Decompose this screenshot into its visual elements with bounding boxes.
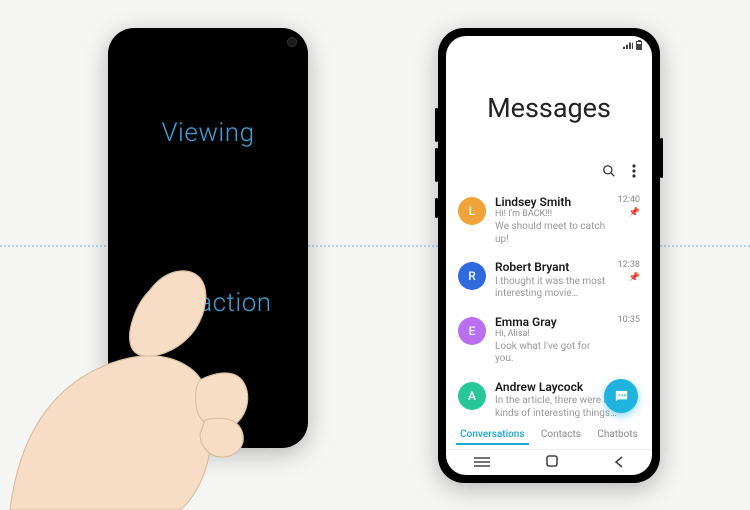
chat-icon: [613, 388, 630, 405]
concept-phone: Viewing Interaction: [108, 28, 308, 448]
conversation-row[interactable]: E Emma GrayHi, Alisa!Look what I've got f…: [446, 308, 652, 373]
tab-chatbots[interactable]: Chatbots: [593, 426, 641, 445]
app-header: Messages: [446, 52, 652, 164]
conversation-meta: 12:38 📌: [618, 260, 640, 283]
volume-down-button[interactable]: [435, 148, 438, 182]
pin-icon: 📌: [618, 273, 640, 283]
message-preview: We should meet to catch up!: [495, 221, 609, 246]
contact-name: Emma Gray: [495, 315, 609, 329]
message-preview: Look what I've got for you.: [495, 341, 609, 366]
front-camera: [288, 38, 296, 46]
conversation-meta: 10:35: [618, 315, 640, 325]
timestamp: 10:35: [618, 315, 640, 325]
subline: Hi! I'm BACK!!!: [495, 209, 609, 220]
avatar: A: [458, 382, 486, 410]
phone-screen: Messages L Lindsey SmithHi! I'm BACK!!!We…: [446, 36, 652, 475]
avatar: R: [458, 262, 486, 290]
pin-icon: 📌: [618, 208, 640, 218]
timestamp: 12:40: [618, 195, 640, 205]
compose-fab[interactable]: [604, 379, 638, 413]
message-preview: I thought it was the most interesting mo…: [495, 276, 609, 301]
more-icon[interactable]: [632, 164, 636, 178]
recents-button[interactable]: [474, 453, 490, 472]
tab-contacts[interactable]: Contacts: [537, 426, 585, 445]
search-icon[interactable]: [602, 164, 616, 178]
back-button[interactable]: [614, 453, 624, 472]
navigation-bar: [446, 449, 652, 475]
conversation-body: Robert Bryant I thought it was the most i…: [495, 260, 609, 300]
conversation-row[interactable]: L Lindsey SmithHi! I'm BACK!!!We should m…: [446, 188, 652, 253]
conversation-body: Lindsey SmithHi! I'm BACK!!!We should me…: [495, 195, 609, 246]
page-title: Messages: [487, 92, 611, 124]
subline: Hi, Alisa!: [495, 329, 609, 340]
conversation-row[interactable]: R Robert Bryant I thought it was the most …: [446, 253, 652, 307]
conversation-body: Emma GrayHi, Alisa!Look what I've got fo…: [495, 315, 609, 366]
side-key-button[interactable]: [435, 198, 438, 218]
avatar: L: [458, 197, 486, 225]
signal-icon: [623, 41, 633, 49]
bottom-tabs: Conversations Contacts Chatbots: [446, 420, 652, 449]
viewing-zone-label: Viewing: [108, 118, 308, 148]
tab-conversations[interactable]: Conversations: [456, 426, 528, 445]
contact-name: Robert Bryant: [495, 260, 609, 274]
conversation-meta: 12:40 📌: [618, 195, 640, 218]
battery-icon: [636, 41, 642, 50]
volume-up-button[interactable]: [435, 108, 438, 142]
interaction-zone-label: Interaction: [108, 288, 308, 318]
power-button[interactable]: [660, 138, 663, 178]
contact-name: Lindsey Smith: [495, 195, 609, 209]
timestamp: 12:38: [618, 260, 640, 270]
action-row: [446, 164, 652, 188]
home-button[interactable]: [545, 453, 559, 472]
status-bar: [446, 36, 652, 52]
messages-phone: Messages L Lindsey SmithHi! I'm BACK!!!We…: [438, 28, 660, 483]
avatar: E: [458, 317, 486, 345]
